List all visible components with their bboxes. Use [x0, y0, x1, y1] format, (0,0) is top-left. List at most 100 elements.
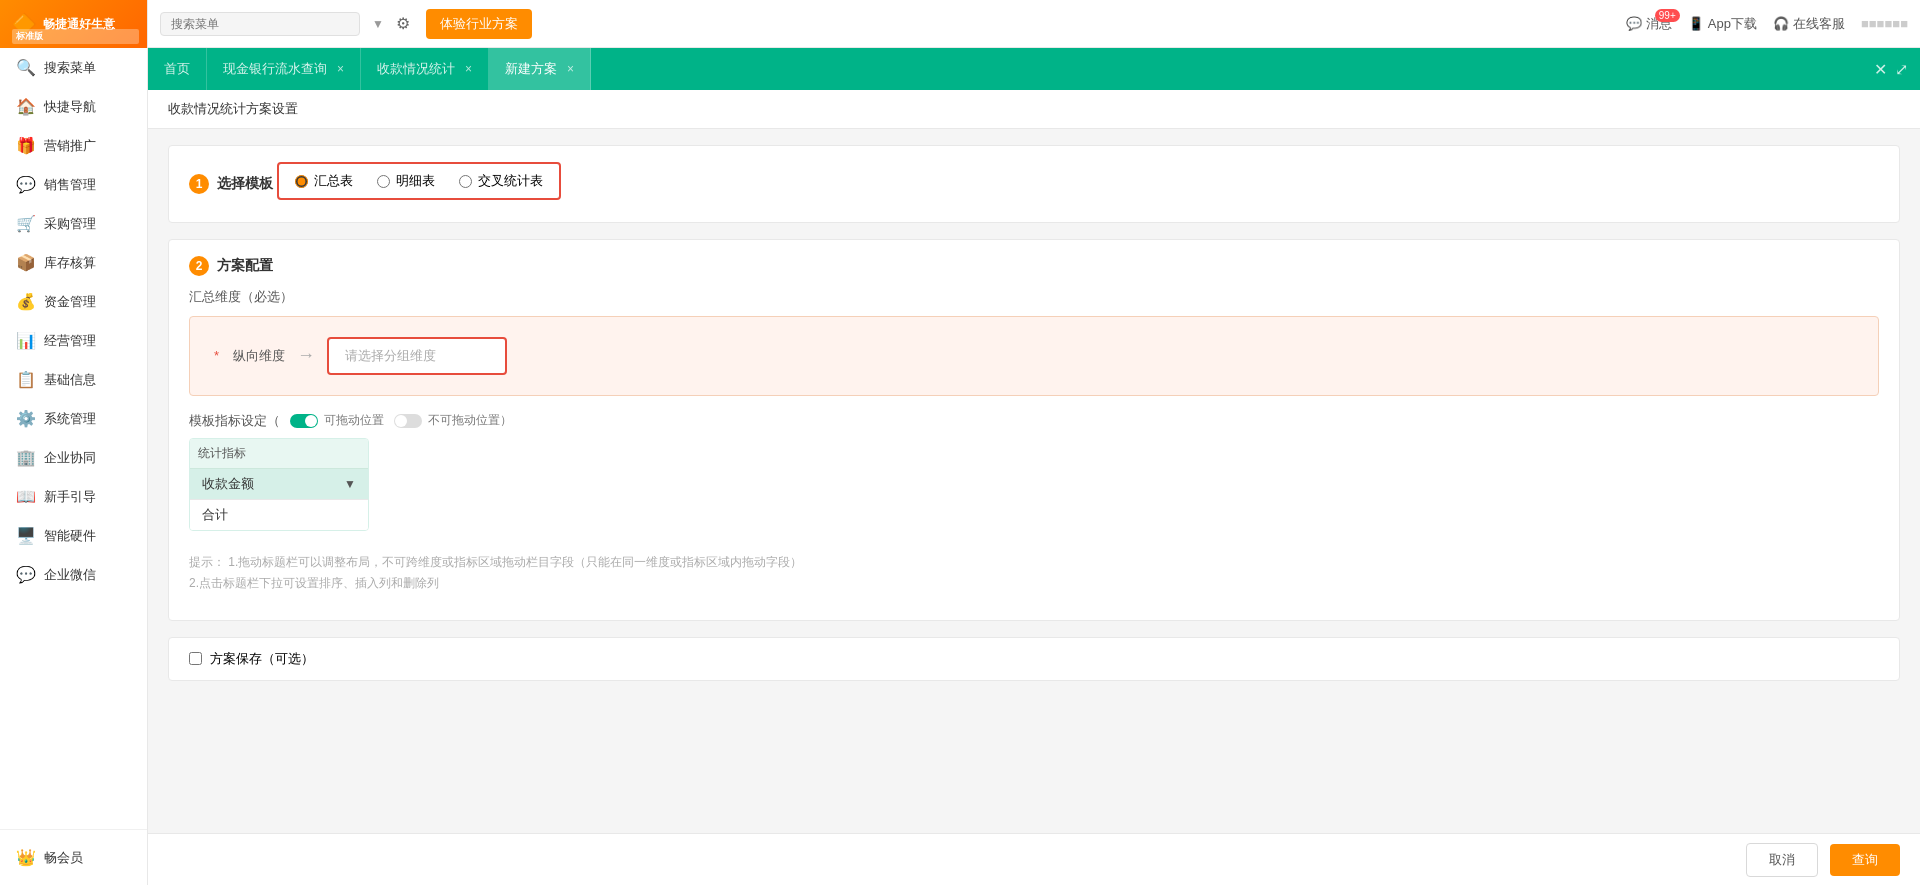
tab-new-plan[interactable]: 新建方案 × — [489, 48, 591, 90]
sidebar-item-marketing[interactable]: 🎁 营销推广 — [0, 126, 147, 165]
step1-section: 1 选择模板 汇总表 明细表 交叉统计表 — [168, 145, 1900, 223]
support-label: 在线客服 — [1793, 15, 1845, 33]
hint-draggable: 可拖动位置 — [324, 412, 384, 429]
sidebar-label-inventory: 库存核算 — [44, 254, 96, 272]
radio-cross[interactable]: 交叉统计表 — [459, 172, 543, 190]
guide-icon: 📖 — [16, 487, 36, 506]
query-button[interactable]: 查询 — [1830, 844, 1900, 876]
sidebar-label-member: 畅会员 — [44, 849, 83, 867]
save-label[interactable]: 方案保存（可选） — [210, 650, 314, 668]
sidebar-item-operations[interactable]: 📊 经营管理 — [0, 321, 147, 360]
crown-icon: 👑 — [16, 848, 36, 867]
home-icon: 🏠 — [16, 97, 36, 116]
non-draggable-toggle[interactable] — [394, 414, 422, 428]
sidebar-item-sales[interactable]: 💬 销售管理 — [0, 165, 147, 204]
radio-detail-label: 明细表 — [396, 172, 435, 190]
sidebar: 🔶 畅捷通好生意 标准版 🔍 搜索菜单 🏠 快捷导航 🎁 营销推广 💬 销售管理… — [0, 0, 148, 885]
step2-label: 2 方案配置 — [189, 256, 273, 276]
arrow-icon: → — [297, 345, 315, 366]
indicator-grid: 统计指标 收款金额 ▼ 合计 — [189, 438, 369, 531]
sidebar-item-guide[interactable]: 📖 新手引导 — [0, 477, 147, 516]
hint-non-draggable: 不可拖动位置） — [428, 412, 512, 429]
dimension-select[interactable]: 请选择分组维度 — [327, 337, 507, 375]
sidebar-item-wechat[interactable]: 💬 企业微信 — [0, 555, 147, 594]
sales-icon: 💬 — [16, 175, 36, 194]
enterprise-icon: 🏢 — [16, 448, 36, 467]
main-area: ▼ ⚙ 体验行业方案 💬 消息 99+ 📱 App下载 🎧 在线客服 ■■■■■… — [148, 0, 1920, 885]
user-icon: ■■■■■■ — [1861, 16, 1908, 31]
page-header: 收款情况统计方案设置 — [148, 90, 1920, 129]
search-input[interactable] — [160, 12, 360, 36]
sidebar-label-operations: 经营管理 — [44, 332, 96, 350]
sidebar-item-search[interactable]: 🔍 搜索菜单 — [0, 48, 147, 87]
topbar-right: 💬 消息 99+ 📱 App下载 🎧 在线客服 ■■■■■■ — [1626, 15, 1908, 33]
trial-button[interactable]: 体验行业方案 — [426, 9, 532, 39]
notification-badge: 99+ — [1655, 9, 1680, 22]
tab-home[interactable]: 首页 — [148, 48, 207, 90]
edition-badge: 标准版 — [12, 29, 139, 44]
sidebar-item-finance[interactable]: 💰 资金管理 — [0, 282, 147, 321]
sidebar-label-sales: 销售管理 — [44, 176, 96, 194]
maximize-icon[interactable]: ⤢ — [1895, 60, 1908, 79]
indicator-column-header[interactable]: 收款金额 ▼ — [190, 469, 368, 499]
indicator-group-label: 统计指标 — [198, 446, 246, 460]
sidebar-item-quick-nav[interactable]: 🏠 快捷导航 — [0, 87, 147, 126]
sidebar-item-enterprise[interactable]: 🏢 企业协同 — [0, 438, 147, 477]
sidebar-item-inventory[interactable]: 📦 库存核算 — [0, 243, 147, 282]
user-item[interactable]: ■■■■■■ — [1861, 16, 1908, 31]
sidebar-item-purchase[interactable]: 🛒 采购管理 — [0, 204, 147, 243]
radio-summary-input[interactable] — [295, 175, 308, 188]
tab-new-plan-label: 新建方案 — [505, 60, 557, 78]
step2-title: 方案配置 — [217, 257, 273, 275]
monitor-icon: 🖥️ — [16, 526, 36, 545]
message-icon: 💬 — [1626, 16, 1642, 31]
save-checkbox[interactable] — [189, 652, 202, 665]
sidebar-item-basic-info[interactable]: 📋 基础信息 — [0, 360, 147, 399]
chevron-down-icon: ▼ — [344, 477, 356, 491]
tab-collection-close[interactable]: × — [465, 62, 472, 76]
indicator-col-label: 收款金额 — [202, 475, 254, 493]
sidebar-item-system[interactable]: ⚙️ 系统管理 — [0, 399, 147, 438]
save-section: 方案保存（可选） — [168, 637, 1900, 681]
chart-icon: 📊 — [16, 331, 36, 350]
step1-number: 1 — [189, 174, 209, 194]
radio-detail-input[interactable] — [377, 175, 390, 188]
tab-bank-close[interactable]: × — [337, 62, 344, 76]
radio-cross-input[interactable] — [459, 175, 472, 188]
download-item[interactable]: 📱 App下载 — [1688, 15, 1757, 33]
tab-bank-label: 现金银行流水查询 — [223, 60, 327, 78]
step2-number: 2 — [189, 256, 209, 276]
step2-section: 2 方案配置 汇总维度（必选） * 纵向维度 → 请选择分组维度 — [168, 239, 1900, 621]
radio-detail[interactable]: 明细表 — [377, 172, 435, 190]
tab-collection[interactable]: 收款情况统计 × — [361, 48, 489, 90]
tip-1: 提示： 1.拖动标题栏可以调整布局，不可跨维度或指标区域拖动栏目字段（只能在同一… — [189, 554, 1879, 571]
sidebar-item-member[interactable]: 👑 畅会员 — [0, 838, 147, 877]
sidebar-label-basic-info: 基础信息 — [44, 371, 96, 389]
radio-summary-label: 汇总表 — [314, 172, 353, 190]
draggable-toggle-hint: 可拖动位置 — [290, 412, 384, 429]
tabbar: 首页 现金银行流水查询 × 收款情况统计 × 新建方案 × ✕ ⤢ — [148, 48, 1920, 90]
tab-new-plan-close[interactable]: × — [567, 62, 574, 76]
sidebar-label-search: 搜索菜单 — [44, 59, 96, 77]
notification-item[interactable]: 💬 消息 99+ — [1626, 15, 1672, 33]
cart-icon: 🛒 — [16, 214, 36, 233]
radio-summary[interactable]: 汇总表 — [295, 172, 353, 190]
download-icon: 📱 — [1688, 16, 1704, 31]
page-body: 1 选择模板 汇总表 明细表 交叉统计表 — [148, 129, 1920, 713]
money-icon: 💰 — [16, 292, 36, 311]
list-icon: 📋 — [16, 370, 36, 389]
cancel-button[interactable]: 取消 — [1746, 843, 1818, 877]
sidebar-label-finance: 资金管理 — [44, 293, 96, 311]
draggable-toggle[interactable] — [290, 414, 318, 428]
settings-icon[interactable]: ⚙ — [396, 14, 410, 33]
tab-home-label: 首页 — [164, 60, 190, 78]
sidebar-item-smart-hw[interactable]: 🖥️ 智能硬件 — [0, 516, 147, 555]
sidebar-label-marketing: 营销推广 — [44, 137, 96, 155]
indicator-row-label: 合计 — [202, 507, 228, 522]
step1-title: 选择模板 — [217, 175, 273, 193]
support-item[interactable]: 🎧 在线客服 — [1773, 15, 1845, 33]
tab-bank[interactable]: 现金银行流水查询 × — [207, 48, 361, 90]
required-mark: * — [214, 348, 219, 363]
close-window-icon[interactable]: ✕ — [1874, 60, 1887, 79]
download-label: App下载 — [1708, 15, 1757, 33]
